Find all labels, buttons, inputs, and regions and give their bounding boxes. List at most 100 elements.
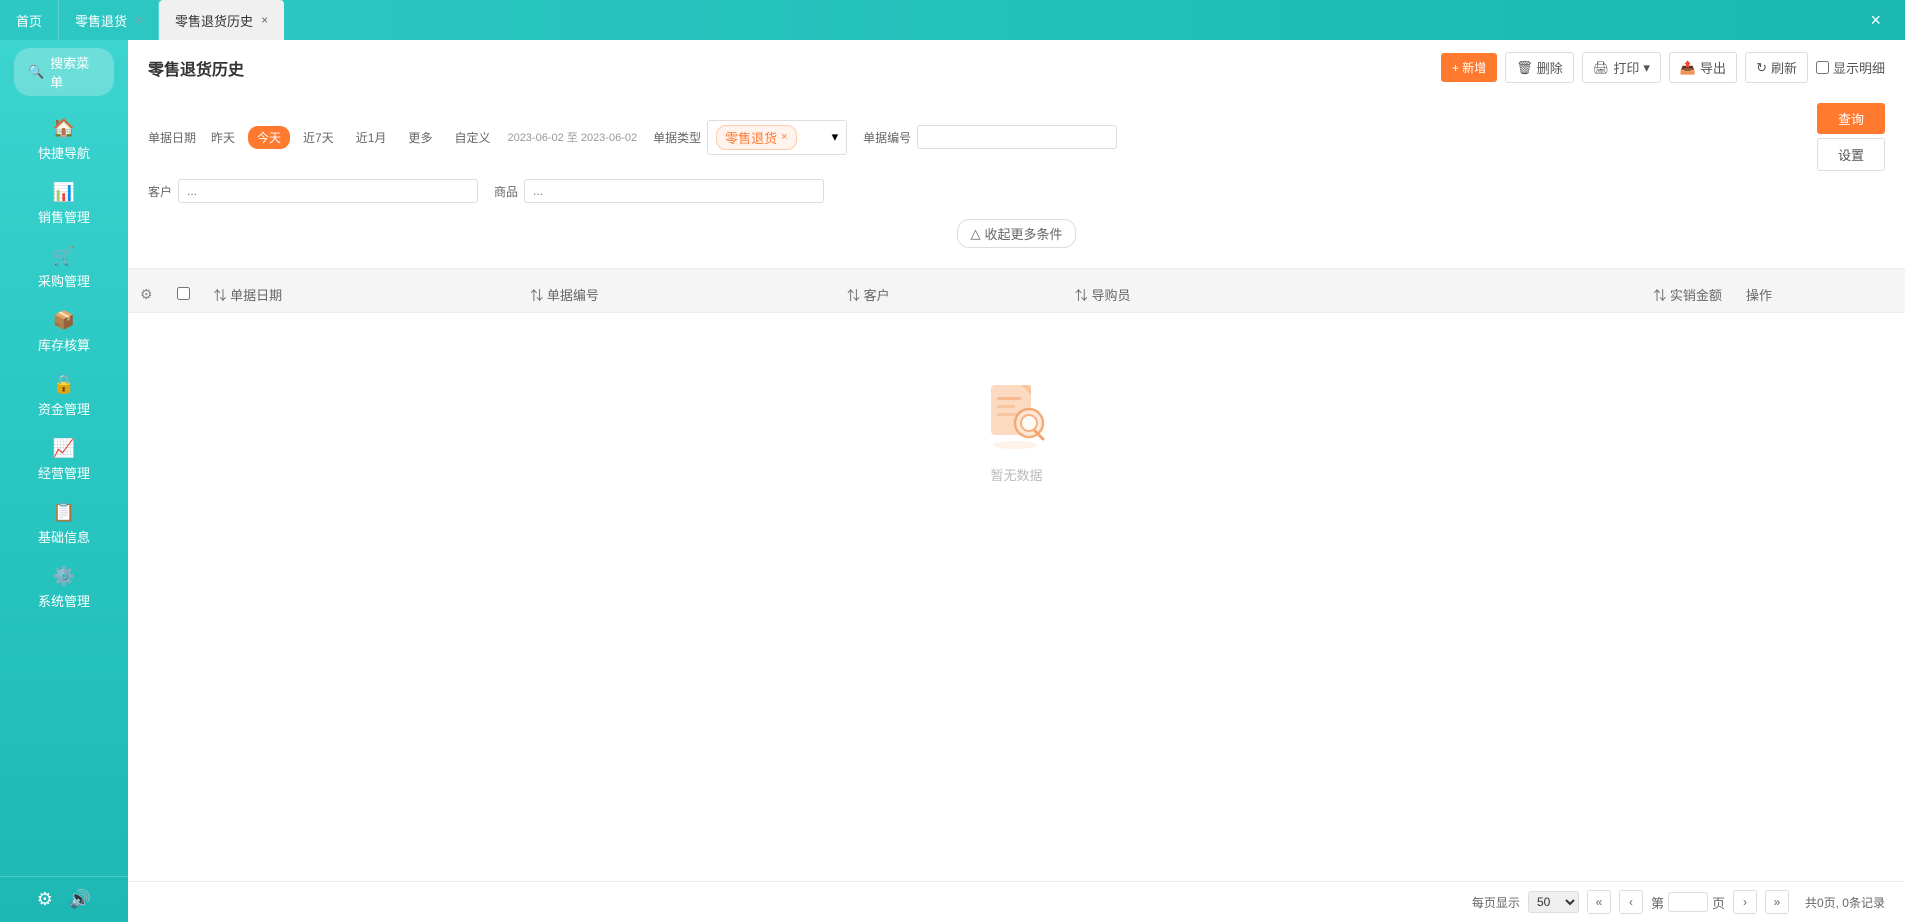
print-label: 打印 <box>1613 58 1639 77</box>
finance-icon: 🔒 <box>53 374 75 395</box>
table-header-row: ⚙ ⇅ 单据日期 ⇅ 单据编号 ⇅ 客户 <box>128 277 1905 313</box>
sidebar-item-basic-info[interactable]: 📋 基础信息 <box>0 492 128 556</box>
filter-area: 单据日期 昨天 今天 近7天 近1月 更多 自定义 2023-06-02 至 2… <box>148 93 1885 268</box>
sidebar-item-operations[interactable]: 📈 经营管理 <box>0 428 128 492</box>
collapse-button[interactable]: △ 收起更多条件 <box>957 219 1075 248</box>
sidebar-item-quick-nav-label: 快捷导航 <box>38 143 90 162</box>
print-button[interactable]: 🖨 打印 ▾ <box>1582 52 1661 83</box>
goods-filter-item: 商品 <box>494 179 824 203</box>
sidebar-item-operations-label: 经营管理 <box>38 463 90 482</box>
sidebar-item-finance[interactable]: 🔒 资金管理 <box>0 364 128 428</box>
customer-filter-item: 客户 <box>148 179 478 203</box>
th-doc-no-label: ⇅ 单据编号 <box>530 288 599 303</box>
doc-no-filter-item: 单据编号 <box>863 125 1117 149</box>
th-customer: ⇅ 客户 <box>835 277 1063 313</box>
th-action-label: 操作 <box>1746 288 1772 303</box>
tab-retail-return-close[interactable]: × <box>135 13 142 27</box>
filter-row-2: 客户 商品 <box>148 179 1885 203</box>
empty-svg <box>977 373 1057 453</box>
filter-setting-button[interactable]: 设置 <box>1817 138 1885 171</box>
pagination-bar: 每页显示 20 50 100 200 « ‹ 第 1 页 › » 共0页, 0条… <box>128 881 1905 922</box>
sidebar-item-purchase-mgmt-label: 采购管理 <box>38 271 90 290</box>
page-size-select[interactable]: 20 50 100 200 <box>1528 891 1579 913</box>
date-btn-custom[interactable]: 自定义 <box>445 126 499 149</box>
export-icon: 📤 <box>1680 60 1696 76</box>
sidebar-item-basic-info-label: 基础信息 <box>38 527 90 546</box>
table-settings-icon[interactable]: ⚙ <box>140 286 153 302</box>
doc-type-dropdown-icon: ▾ <box>832 129 839 145</box>
date-filter-label: 单据日期 <box>148 129 196 146</box>
refresh-icon: ↻ <box>1756 60 1767 76</box>
empty-icon <box>977 373 1057 453</box>
new-button[interactable]: + 新增 <box>1441 53 1497 82</box>
search-menu-label: 搜索菜单 <box>50 53 100 91</box>
tab-home-label: 首页 <box>16 11 42 30</box>
th-customer-label: ⇅ 客户 <box>847 288 890 303</box>
tab-home[interactable]: 首页 <box>0 0 59 40</box>
filter-actions: 查询 设置 <box>1817 103 1885 171</box>
table-header: ⚙ ⇅ 单据日期 ⇅ 单据编号 ⇅ 客户 <box>128 277 1905 313</box>
doc-no-label: 单据编号 <box>863 129 911 146</box>
th-guide-label: ⇅ 导购员 <box>1075 288 1131 303</box>
sidebar: 🔍 搜索菜单 🏠 快捷导航 📊 销售管理 🛒 采购管理 📦 库存核算 🔒 资金管… <box>0 40 128 922</box>
page-title-bar: 零售退货历史 + 新增 🗑 删除 🖨 打印 ▾ 📤 导出 <box>148 52 1885 93</box>
window-close-button[interactable]: × <box>1862 10 1889 31</box>
tab-retail-return-history[interactable]: 零售退货历史 × <box>159 0 284 40</box>
date-btn-more[interactable]: 更多 <box>399 126 441 149</box>
page-title: 零售退货历史 <box>148 56 244 80</box>
refresh-label: 刷新 <box>1771 58 1797 77</box>
customer-label: 客户 <box>148 183 172 200</box>
date-btn-today[interactable]: 今天 <box>248 126 290 149</box>
delete-icon: 🗑 <box>1516 60 1533 76</box>
goods-label: 商品 <box>494 183 518 200</box>
sidebar-item-quick-nav[interactable]: 🏠 快捷导航 <box>0 108 128 172</box>
delete-label: 删除 <box>1537 58 1563 77</box>
date-range-display: 2023-06-02 至 2023-06-02 <box>507 129 637 145</box>
toolbar: + 新增 🗑 删除 🖨 打印 ▾ 📤 导出 ↻ <box>1441 52 1885 83</box>
sidebar-item-purchase-mgmt[interactable]: 🛒 采购管理 <box>0 236 128 300</box>
tab-retail-return-history-close[interactable]: × <box>261 13 268 27</box>
date-btn-1month[interactable]: 近1月 <box>347 126 396 149</box>
collapse-row: △ 收起更多条件 <box>148 211 1885 258</box>
th-action: 操作 <box>1734 277 1905 313</box>
page-number-input[interactable]: 1 <box>1668 892 1708 912</box>
export-button[interactable]: 📤 导出 <box>1669 52 1737 83</box>
page-header: 零售退货历史 + 新增 🗑 删除 🖨 打印 ▾ 📤 导出 <box>128 40 1905 269</box>
display-detail-checkbox[interactable] <box>1816 61 1829 74</box>
last-page-button[interactable]: » <box>1765 890 1789 914</box>
print-dropdown-icon: ▾ <box>1643 60 1650 76</box>
doc-no-input[interactable] <box>917 125 1117 149</box>
date-btn-7days[interactable]: 近7天 <box>294 126 343 149</box>
refresh-button[interactable]: ↻ 刷新 <box>1745 52 1808 83</box>
tab-retail-return[interactable]: 零售退货 × <box>59 0 159 40</box>
display-detail-toggle[interactable]: 显示明细 <box>1816 58 1885 77</box>
prev-page-button[interactable]: ‹ <box>1619 890 1643 914</box>
sidebar-item-system-mgmt-label: 系统管理 <box>38 591 90 610</box>
search-icon: 🔍 <box>28 64 44 80</box>
sidebar-item-sales-mgmt[interactable]: 📊 销售管理 <box>0 172 128 236</box>
doc-type-tag-remove[interactable]: × <box>781 131 787 143</box>
sidebar-item-system-mgmt[interactable]: ⚙️ 系统管理 <box>0 556 128 620</box>
sidebar-item-finance-label: 资金管理 <box>38 399 90 418</box>
doc-type-select[interactable]: 零售退货 × ▾ <box>707 120 847 155</box>
purchase-icon: 🛒 <box>53 246 75 267</box>
content-area: 零售退货历史 + 新增 🗑 删除 🖨 打印 ▾ 📤 导出 <box>128 40 1905 922</box>
sidebar-bottom: ⚙ 🔊 <box>0 876 128 922</box>
goods-input[interactable] <box>524 179 824 203</box>
first-page-button[interactable]: « <box>1587 890 1611 914</box>
speaker-icon[interactable]: 🔊 <box>69 889 91 910</box>
date-btn-yesterday[interactable]: 昨天 <box>202 126 244 149</box>
data-table: ⚙ ⇅ 单据日期 ⇅ 单据编号 ⇅ 客户 <box>128 277 1905 313</box>
settings-gear-icon[interactable]: ⚙ <box>37 889 53 910</box>
customer-input[interactable] <box>178 179 478 203</box>
th-guide: ⇅ 导购员 <box>1063 277 1335 313</box>
sidebar-item-sales-mgmt-label: 销售管理 <box>38 207 90 226</box>
select-all-checkbox[interactable] <box>177 287 190 300</box>
th-doc-no: ⇅ 单据编号 <box>518 277 835 313</box>
search-menu-button[interactable]: 🔍 搜索菜单 <box>14 48 114 96</box>
date-filter-item: 单据日期 昨天 今天 近7天 近1月 更多 自定义 2023-06-02 至 2… <box>148 126 637 149</box>
delete-button[interactable]: 🗑 删除 <box>1505 52 1574 83</box>
sidebar-item-inventory[interactable]: 📦 库存核算 <box>0 300 128 364</box>
query-button[interactable]: 查询 <box>1817 103 1885 134</box>
next-page-button[interactable]: › <box>1733 890 1757 914</box>
